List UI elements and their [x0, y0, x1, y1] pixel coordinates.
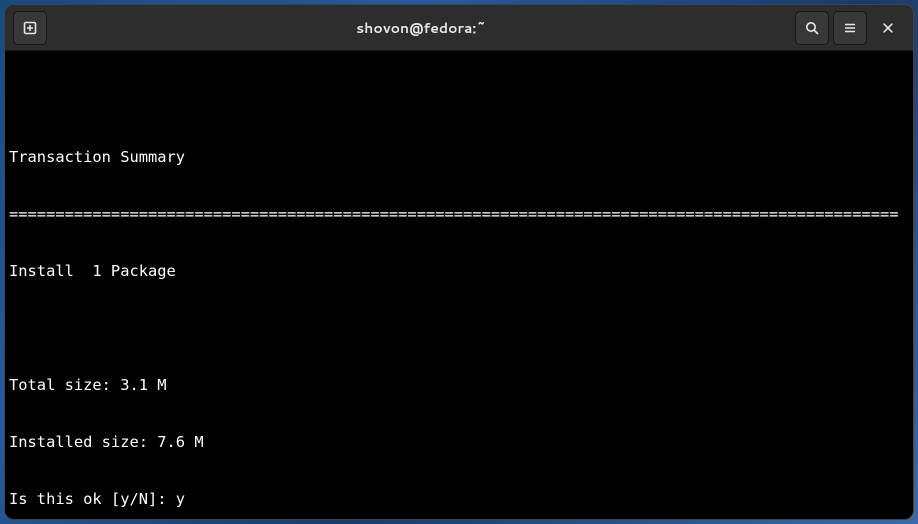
total-size: Total size: 3.1 M	[9, 376, 909, 395]
search-button[interactable]	[795, 11, 829, 45]
close-button[interactable]	[871, 11, 905, 45]
close-icon	[881, 21, 895, 35]
install-count: Install 1 Package	[9, 262, 909, 281]
search-icon	[804, 20, 820, 36]
new-tab-icon	[22, 20, 38, 36]
titlebar: shovon@fedora:~	[5, 5, 913, 51]
new-tab-button[interactable]	[13, 11, 47, 45]
terminal-body[interactable]: Transaction Summary ====================…	[5, 51, 913, 519]
window-title: shovon@fedora:~	[49, 18, 793, 38]
hamburger-icon	[842, 20, 858, 36]
installed-size: Installed size: 7.6 M	[9, 433, 909, 452]
rule-line: ========================================…	[9, 205, 909, 224]
menu-button[interactable]	[833, 11, 867, 45]
blank-line	[9, 91, 909, 110]
blank-line	[9, 319, 909, 338]
terminal-window: shovon@fedora:~	[4, 4, 914, 520]
confirm-prompt: Is this ok [y/N]: y	[9, 490, 909, 509]
txn-summary-heading: Transaction Summary	[9, 148, 909, 167]
